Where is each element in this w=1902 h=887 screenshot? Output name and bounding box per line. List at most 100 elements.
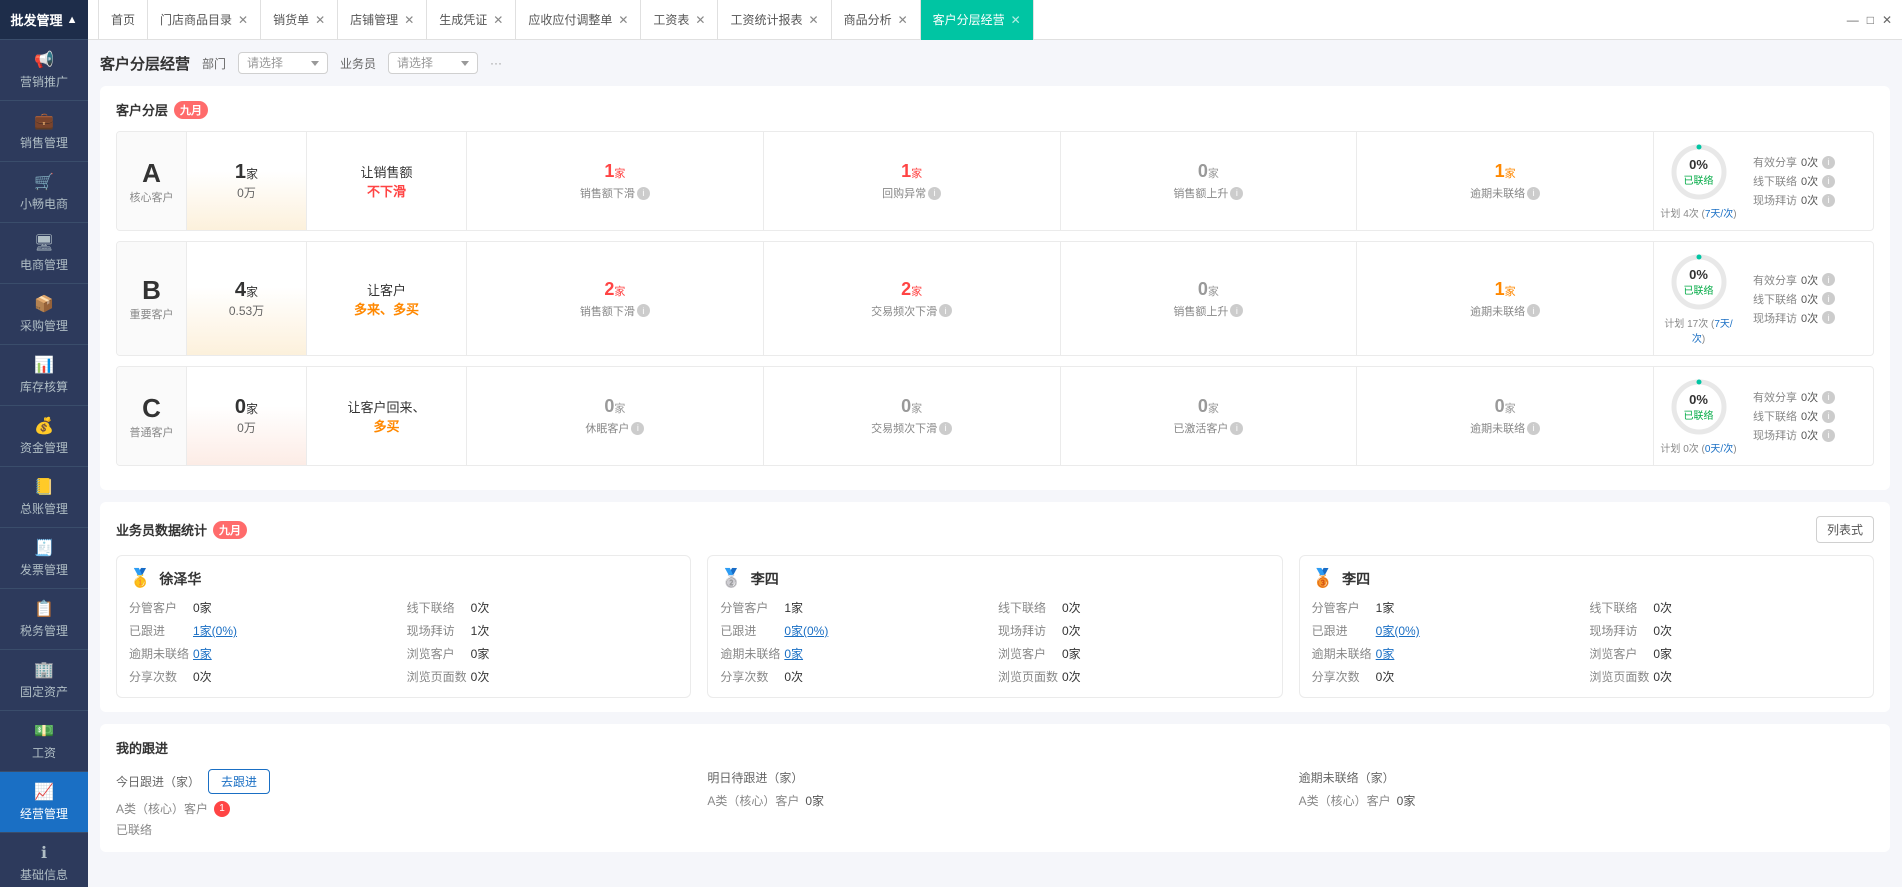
tab-customer_layer[interactable]: 客户分层经营✕ xyxy=(921,0,1034,40)
side-info-0-1[interactable]: i xyxy=(1822,175,1835,188)
tier-stats-C: 0家 休眠客户 i 0家 交易频次下滑 i 0家 已激活客户 i 0家 逾期未联… xyxy=(467,367,1653,465)
followup-overdue-title: 逾期未联络（家） xyxy=(1299,769,1874,786)
info-icon-2-1[interactable]: i xyxy=(939,422,952,435)
window-minimize-icon[interactable]: — xyxy=(1847,13,1859,27)
staff-stat-1-4: 逾期未联络 0家 xyxy=(720,645,992,662)
sidebar-item-kucun[interactable]: 📊库存核算 xyxy=(0,345,88,406)
tab-voucher[interactable]: 生成凭证✕ xyxy=(427,0,516,40)
goto-followup-button[interactable]: 去跟进 xyxy=(208,769,270,794)
sidebar-item-xiaoshou[interactable]: 💼销售管理 xyxy=(0,101,88,162)
tab-close-sale_order[interactable]: ✕ xyxy=(315,13,325,27)
tab-close-store_goods[interactable]: ✕ xyxy=(238,13,248,27)
side-info-2-1[interactable]: i xyxy=(1822,410,1835,423)
side-info-1-2[interactable]: i xyxy=(1822,311,1835,324)
info-icon-0-1[interactable]: i xyxy=(928,187,941,200)
staff-stat-0-3: 现场拜访 1次 xyxy=(407,622,679,639)
info-icon-0-2[interactable]: i xyxy=(1230,187,1243,200)
dept-select[interactable]: 请选择 xyxy=(238,52,328,74)
side-info-1-0[interactable]: i xyxy=(1822,273,1835,286)
sidebar-item-yingxiao[interactable]: 📢营销推广 xyxy=(0,40,88,101)
staff-stat-1-6: 分享次数 0次 xyxy=(720,668,992,685)
side-stat-1-0: 有效分享 0次 i xyxy=(1753,272,1863,288)
filter-more-icon[interactable]: ··· xyxy=(490,56,502,70)
staff-stat-val-0-4[interactable]: 0家 xyxy=(193,645,212,662)
tier-side-stats-A: 有效分享 0次 i线下联络 0次 i现场拜访 0次 i xyxy=(1743,132,1873,230)
followup-title: 我的跟进 xyxy=(116,738,1874,757)
tab-home[interactable]: 首页 xyxy=(98,0,148,40)
tab-bar: 首页门店商品目录✕销货单✕店铺管理✕生成凭证✕应收应付调整单✕工资表✕工资统计报… xyxy=(88,0,1902,40)
customer-month-badge: 九月 xyxy=(174,101,208,119)
sidebar-label-shuiwu: 税务管理 xyxy=(20,622,68,639)
tab-store_goods[interactable]: 门店商品目录✕ xyxy=(148,0,261,40)
sales-select[interactable]: 请选择 xyxy=(388,52,478,74)
followup-tomorrow-title: 明日待跟进（家） xyxy=(707,769,1282,786)
staff-stat-val-2-2[interactable]: 0家(0%) xyxy=(1376,622,1420,639)
info-icon-2-0[interactable]: i xyxy=(631,422,644,435)
tab-bar-actions: — □ ✕ xyxy=(1847,13,1892,27)
tab-close-payroll[interactable]: ✕ xyxy=(695,13,705,27)
sidebar-label-gongzi: 工资 xyxy=(32,744,56,761)
followup-tomorrow-col: 明日待跟进（家） A类（核心）客户 0家 xyxy=(707,769,1282,838)
staff-stat-val-1-4[interactable]: 0家 xyxy=(784,645,803,662)
tab-close-payable[interactable]: ✕ xyxy=(618,13,628,27)
sidebar-item-gongzi[interactable]: 💵工资 xyxy=(0,711,88,772)
window-close-icon[interactable]: ✕ xyxy=(1882,13,1892,27)
staff-stat-val-2-0: 1家 xyxy=(1376,599,1395,616)
info-icon-1-3[interactable]: i xyxy=(1527,304,1540,317)
window-maximize-icon[interactable]: □ xyxy=(1867,13,1874,27)
sidebar-item-jichu[interactable]: ℹ基础信息 xyxy=(0,833,88,887)
sidebar-item-gudingzichan[interactable]: 🏢固定资产 xyxy=(0,650,88,711)
tab-payable[interactable]: 应收应付调整单 ✕ xyxy=(516,0,641,40)
staff-stat-2-3: 现场拜访 0次 xyxy=(1589,622,1861,639)
staff-card-0: 🥇 徐泽华 分管客户 0家 线下联络 0次 已跟进 1家(0%) 现场拜访 1次 xyxy=(116,555,691,698)
staff-stat-val-2-6: 0次 xyxy=(1376,668,1395,685)
tab-close-customer_layer[interactable]: ✕ xyxy=(1011,13,1021,27)
tab-label-payable: 应收应付调整单 xyxy=(528,11,612,28)
side-info-1-1[interactable]: i xyxy=(1822,292,1835,305)
staff-stats-1: 分管客户 1家 线下联络 0次 已跟进 0家(0%) 现场拜访 0次 逾期未联络… xyxy=(720,599,1269,685)
staff-header-0: 🥇 徐泽华 xyxy=(129,568,678,589)
sidebar-title: 批发管理 ▲ xyxy=(0,0,88,40)
side-info-2-0[interactable]: i xyxy=(1822,391,1835,404)
side-info-0-2[interactable]: i xyxy=(1822,194,1835,207)
sidebar-item-caigou[interactable]: 📦采购管理 xyxy=(0,284,88,345)
staff-stat-val-1-2[interactable]: 0家(0%) xyxy=(784,622,828,639)
staff-stat-val-0-2[interactable]: 1家(0%) xyxy=(193,622,237,639)
tab-sale_order[interactable]: 销货单✕ xyxy=(261,0,338,40)
staff-stat-val-2-4[interactable]: 0家 xyxy=(1376,645,1395,662)
sidebar-item-xiaodian[interactable]: 🛒小畅电商 xyxy=(0,162,88,223)
info-icon-2-3[interactable]: i xyxy=(1527,422,1540,435)
sidebar-label-yingxiao: 营销推广 xyxy=(20,73,68,90)
tab-payroll[interactable]: 工资表 ✕ xyxy=(641,0,718,40)
tab-close-payroll_report[interactable]: ✕ xyxy=(809,13,819,27)
info-icon-0-3[interactable]: i xyxy=(1527,187,1540,200)
tier-row-B: B 重要客户 4家 0.53万 让客户多来、多买 2家 销售额下滑 i 2家 交… xyxy=(116,241,1874,356)
tab-goods_analysis[interactable]: 商品分析✕ xyxy=(832,0,921,40)
staff-stat-0-2: 已跟进 1家(0%) xyxy=(129,622,401,639)
tab-close-voucher[interactable]: ✕ xyxy=(493,13,503,27)
tab-close-goods_analysis[interactable]: ✕ xyxy=(898,13,908,27)
info-icon-0-0[interactable]: i xyxy=(637,187,650,200)
sidebar-item-dianshang[interactable]: 🖥电商管理 xyxy=(0,223,88,284)
sidebar-item-zhangmu[interactable]: 📒总账管理 xyxy=(0,467,88,528)
staff-stat-0-6: 分享次数 0次 xyxy=(129,668,401,685)
sidebar-toggle-icon[interactable]: ▲ xyxy=(67,14,78,26)
sidebar-item-shuiwu[interactable]: 📋税务管理 xyxy=(0,589,88,650)
staff-header-1: 🥈 李四 xyxy=(720,568,1269,589)
info-icon-1-2[interactable]: i xyxy=(1230,304,1243,317)
info-icon-1-0[interactable]: i xyxy=(637,304,650,317)
sidebar-item-jingying[interactable]: 📈经营管理 xyxy=(0,772,88,833)
tab-store_mgmt[interactable]: 店铺管理✕ xyxy=(338,0,427,40)
side-info-2-2[interactable]: i xyxy=(1822,429,1835,442)
list-view-button[interactable]: 列表式 xyxy=(1816,516,1874,543)
tab-close-store_mgmt[interactable]: ✕ xyxy=(404,13,414,27)
sidebar-item-zijin[interactable]: 💰资金管理 xyxy=(0,406,88,467)
info-icon-1-1[interactable]: i xyxy=(939,304,952,317)
info-icon-2-2[interactable]: i xyxy=(1230,422,1243,435)
sidebar-item-fapiao[interactable]: 🧾发票管理 xyxy=(0,528,88,589)
staff-stat-1-1: 线下联络 0次 xyxy=(998,599,1270,616)
main-content: 客户分层经营 部门 请选择 业务员 请选择 ··· 客户分层 九月 A 核心客户… xyxy=(88,40,1902,887)
side-info-0-0[interactable]: i xyxy=(1822,156,1835,169)
tab-payroll_report[interactable]: 工资统计报表✕ xyxy=(718,0,831,40)
tab-label-payroll: 工资表 xyxy=(653,11,689,28)
